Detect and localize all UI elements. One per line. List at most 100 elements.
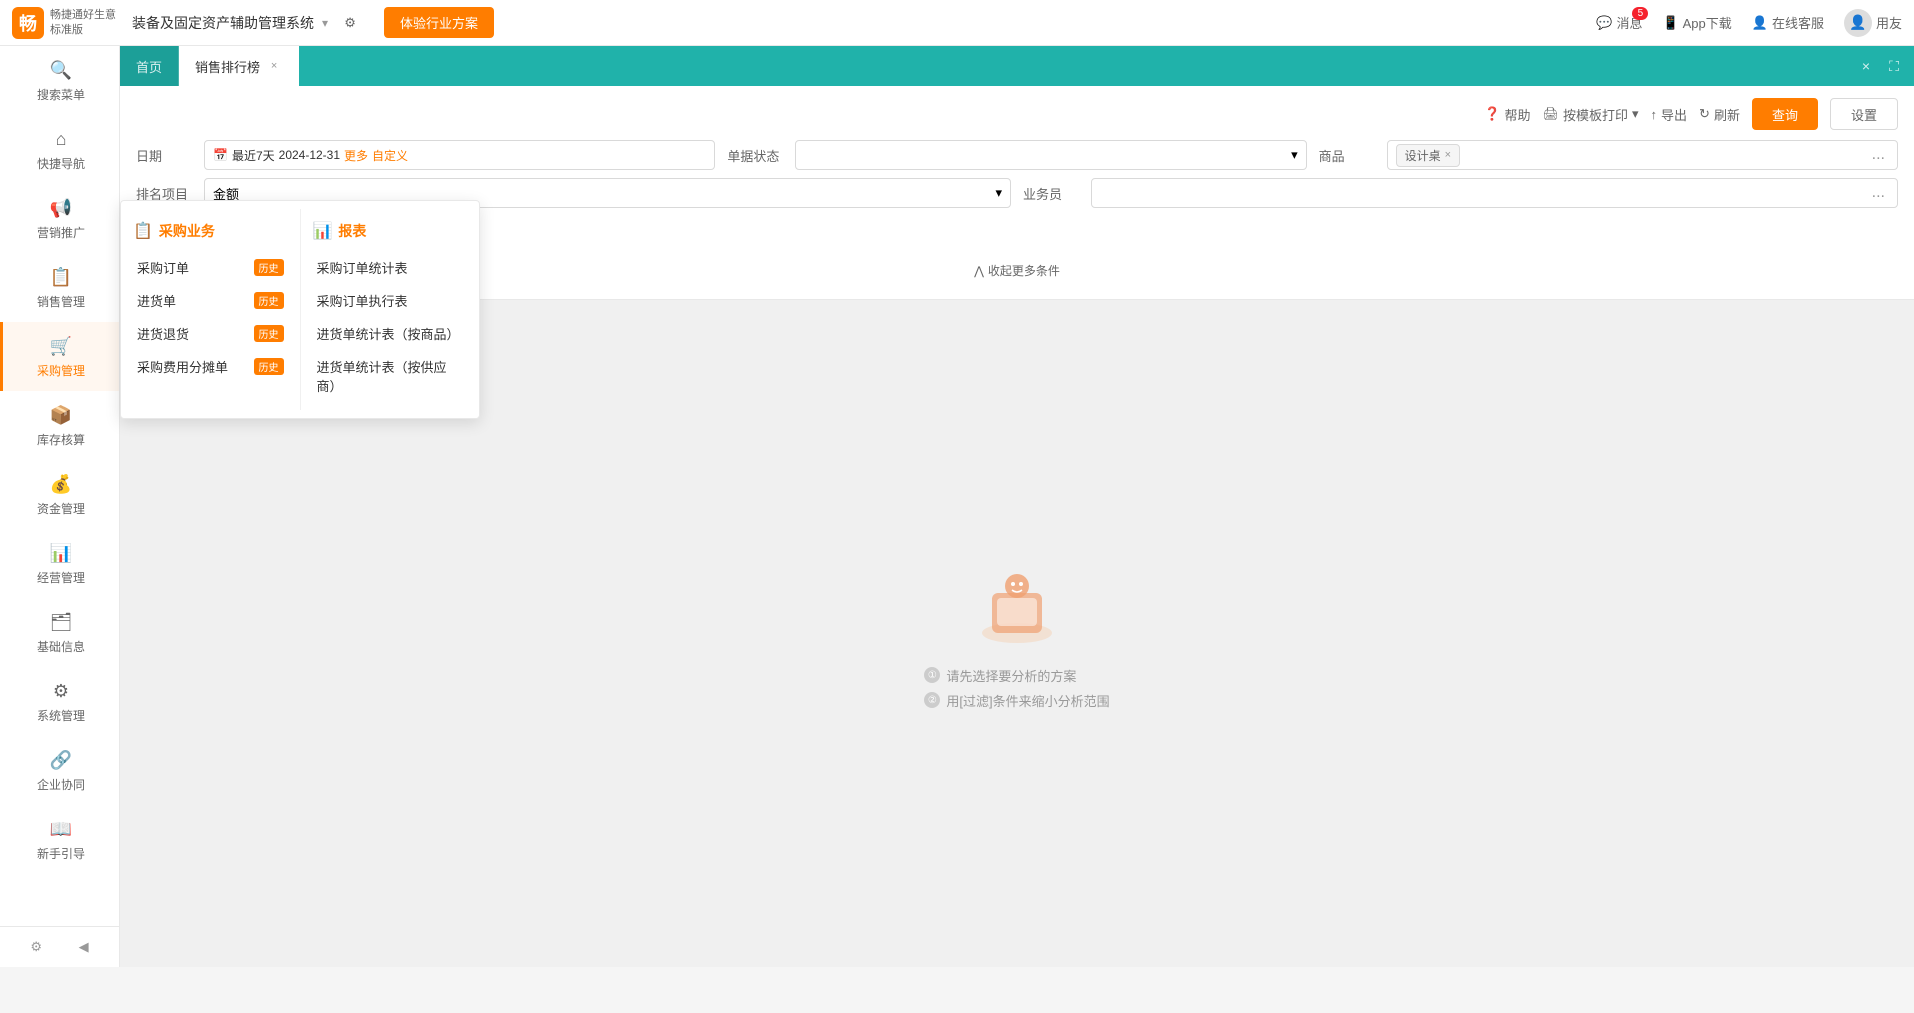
message-badge: 5 xyxy=(1632,7,1648,20)
menu-item-report-inbound-goods[interactable]: 进货单统计表（按商品） xyxy=(313,317,468,350)
tab-expand-button[interactable]: ⛶ xyxy=(1882,54,1906,78)
marketing-icon: 📢 xyxy=(49,196,73,220)
purchase-dropdown-menu: 📋 采购业务 采购订单 历史 进货单 历史 进货退货 历史 采购费用分摊单 历史… xyxy=(120,200,480,419)
goods-ellipsis[interactable]: ... xyxy=(1868,146,1889,164)
goods-select[interactable]: 设计桌 × ... xyxy=(1387,140,1898,170)
purchase-col1-icon: 📋 xyxy=(133,221,153,241)
message-button[interactable]: 💬 消息 5 xyxy=(1596,13,1642,32)
menu-item-report-order-exec[interactable]: 采购订单执行表 xyxy=(313,284,468,317)
system-settings-button[interactable]: ⚙ xyxy=(336,9,364,37)
purchase-col-2: 📊 报表 采购订单统计表 采购订单执行表 进货单统计表（按商品） 进货单统计表（… xyxy=(301,209,480,410)
logo-text: 畅捷通好生意 标准版 xyxy=(50,8,116,37)
menu-item-purchase-return[interactable]: 进货退货 历史 xyxy=(133,317,288,350)
system-title: 装备及固定资产辅助管理系统 xyxy=(132,13,314,33)
purchase-icon: 🛒 xyxy=(49,334,73,358)
operations-icon: 📊 xyxy=(49,541,73,565)
sidebar: 🔍 搜索菜单 ⌂ 快捷导航 📢 营销推广 📋 销售管理 🛒 采购管理 📦 库存核… xyxy=(0,46,120,967)
collapse-button[interactable]: ⋀ 收起更多条件 xyxy=(966,254,1068,287)
menu-item-report-inbound-supplier[interactable]: 进货单统计表（按供应商） xyxy=(313,350,468,402)
tab-bar-actions: × ⛶ xyxy=(1854,54,1914,78)
tab-home[interactable]: 首页 xyxy=(120,46,179,86)
date-range-input[interactable]: 📅 最近7天 2024-12-31 更多 自定义 xyxy=(204,140,715,170)
receipt-status-select[interactable]: ▾ xyxy=(795,140,1306,170)
sidebar-item-finance[interactable]: 💰 资金管理 xyxy=(0,460,119,529)
header-right: 💬 消息 5 📱 App下载 👤 在线客服 👤 用友 xyxy=(1596,9,1902,37)
sidebar-item-sales[interactable]: 📋 销售管理 xyxy=(0,253,119,322)
tab-sales-ranking[interactable]: 销售排行榜 × xyxy=(179,46,299,86)
sidebar-footer: ⚙ ◀ xyxy=(0,926,119,967)
online-service-button[interactable]: 👤 在线客服 xyxy=(1752,13,1824,32)
empty-illustration xyxy=(967,558,1067,658)
tab-bar: 首页 销售排行榜 × × ⛶ xyxy=(120,46,1914,86)
sidebar-item-system[interactable]: ⚙ 系统管理 xyxy=(0,667,119,736)
receipt-status-label: 单据状态 xyxy=(727,146,787,165)
sidebar-item-base[interactable]: 🗂 基础信息 xyxy=(0,598,119,667)
mobile-icon: 📱 xyxy=(1662,15,1678,31)
empty-tip-2: ② 用[过滤]条件来缩小分析范围 xyxy=(924,691,1109,710)
receipt-status-arrow: ▾ xyxy=(1291,147,1298,163)
date-field: 日期 📅 最近7天 2024-12-31 更多 自定义 xyxy=(136,140,715,170)
industry-plan-button[interactable]: 体验行业方案 xyxy=(384,7,494,38)
purchase-col-1: 📋 采购业务 采购订单 历史 进货单 历史 进货退货 历史 采购费用分摊单 历史 xyxy=(121,209,301,410)
query-button[interactable]: 查询 xyxy=(1752,98,1818,130)
help-button[interactable]: ❓ 帮助 xyxy=(1484,105,1530,124)
top-header: 畅 畅捷通好生意 标准版 装备及固定资产辅助管理系统 ▾ ⚙ 体验行业方案 💬 … xyxy=(0,0,1914,46)
app-download-button[interactable]: 📱 App下载 xyxy=(1662,13,1731,32)
date-icon: 📅 xyxy=(213,148,228,162)
sidebar-item-inventory[interactable]: 📦 库存核算 xyxy=(0,391,119,460)
logo-area: 畅 畅捷通好生意 标准版 xyxy=(12,7,132,39)
menu-item-report-order-stats[interactable]: 采购订单统计表 xyxy=(313,251,468,284)
rank-arrow: ▾ xyxy=(995,185,1002,201)
empty-tip-1: ① 请先选择要分析的方案 xyxy=(924,666,1109,685)
salesperson-select[interactable]: ... xyxy=(1091,178,1898,208)
search-icon: 🔍 xyxy=(49,58,73,82)
export-button[interactable]: ↑ 导出 xyxy=(1651,105,1688,124)
refresh-button[interactable]: ↻ 刷新 xyxy=(1699,105,1740,124)
user-menu-button[interactable]: 👤 用友 xyxy=(1844,9,1902,37)
tip-dot-1: ① xyxy=(924,667,940,683)
inventory-icon: 📦 xyxy=(49,403,73,427)
purchase-col2-icon: 📊 xyxy=(313,221,333,241)
sidebar-item-purchase[interactable]: 🛒 采购管理 xyxy=(0,322,119,391)
settings-button[interactable]: 设置 xyxy=(1830,98,1898,130)
salesperson-ellipsis[interactable]: ... xyxy=(1868,184,1889,202)
refresh-icon: ↻ xyxy=(1699,106,1710,122)
export-icon: ↑ xyxy=(1651,107,1658,122)
menu-item-purchase-inbound[interactable]: 进货单 历史 xyxy=(133,284,288,317)
help-icon: ❓ xyxy=(1484,106,1500,122)
history-badge-2: 历史 xyxy=(254,325,284,342)
print-icon: 🖨 xyxy=(1542,106,1559,122)
salesperson-label: 业务员 xyxy=(1023,184,1083,203)
history-badge-3: 历史 xyxy=(254,358,284,375)
filter-row-1: 日期 📅 最近7天 2024-12-31 更多 自定义 单据状态 xyxy=(136,140,1898,170)
goods-tag: 设计桌 × xyxy=(1396,144,1460,167)
sidebar-item-search[interactable]: 🔍 搜索菜单 xyxy=(0,46,119,115)
user-avatar: 👤 xyxy=(1844,9,1872,37)
guide-icon: 📖 xyxy=(49,817,73,841)
filter-toolbar: ❓ 帮助 🖨 按模板打印 ▾ ↑ 导出 ↻ 刷新 xyxy=(136,98,1898,130)
sidebar-item-guide[interactable]: 📖 新手引导 xyxy=(0,805,119,874)
menu-item-purchase-order[interactable]: 采购订单 历史 xyxy=(133,251,288,284)
sidebar-collapse-button[interactable]: ◀ xyxy=(79,939,89,955)
sidebar-item-operations[interactable]: 📊 经营管理 xyxy=(0,529,119,598)
sidebar-item-marketing[interactable]: 📢 营销推广 xyxy=(0,184,119,253)
tab-close-button[interactable]: × xyxy=(266,58,282,74)
menu-item-purchase-expense[interactable]: 采购费用分摊单 历史 xyxy=(133,350,288,383)
goods-field: 商品 设计桌 × ... xyxy=(1319,140,1898,170)
sidebar-item-quicknav[interactable]: ⌂ 快捷导航 xyxy=(0,115,119,184)
tab-close-all-button[interactable]: × xyxy=(1854,54,1878,78)
service-icon: 👤 xyxy=(1752,15,1768,31)
purchase-col2-title: 📊 报表 xyxy=(313,217,468,251)
history-badge-1: 历史 xyxy=(254,292,284,309)
finance-icon: 💰 xyxy=(49,472,73,496)
receipt-status-field: 单据状态 ▾ xyxy=(727,140,1306,170)
print-button[interactable]: 🖨 按模板打印 ▾ xyxy=(1542,105,1638,124)
system-title-area: 装备及固定资产辅助管理系统 ▾ ⚙ 体验行业方案 xyxy=(132,7,1596,38)
sidebar-item-enterprise[interactable]: 🔗 企业协同 xyxy=(0,736,119,805)
sidebar-settings-button[interactable]: ⚙ xyxy=(30,939,42,955)
title-dropdown-arrow[interactable]: ▾ xyxy=(322,16,328,30)
main-layout: 🔍 搜索菜单 ⌂ 快捷导航 📢 营销推广 📋 销售管理 🛒 采购管理 📦 库存核… xyxy=(0,46,1914,967)
goods-tag-close[interactable]: × xyxy=(1445,149,1451,161)
print-dropdown-arrow[interactable]: ▾ xyxy=(1632,106,1639,122)
date-label: 日期 xyxy=(136,146,196,165)
